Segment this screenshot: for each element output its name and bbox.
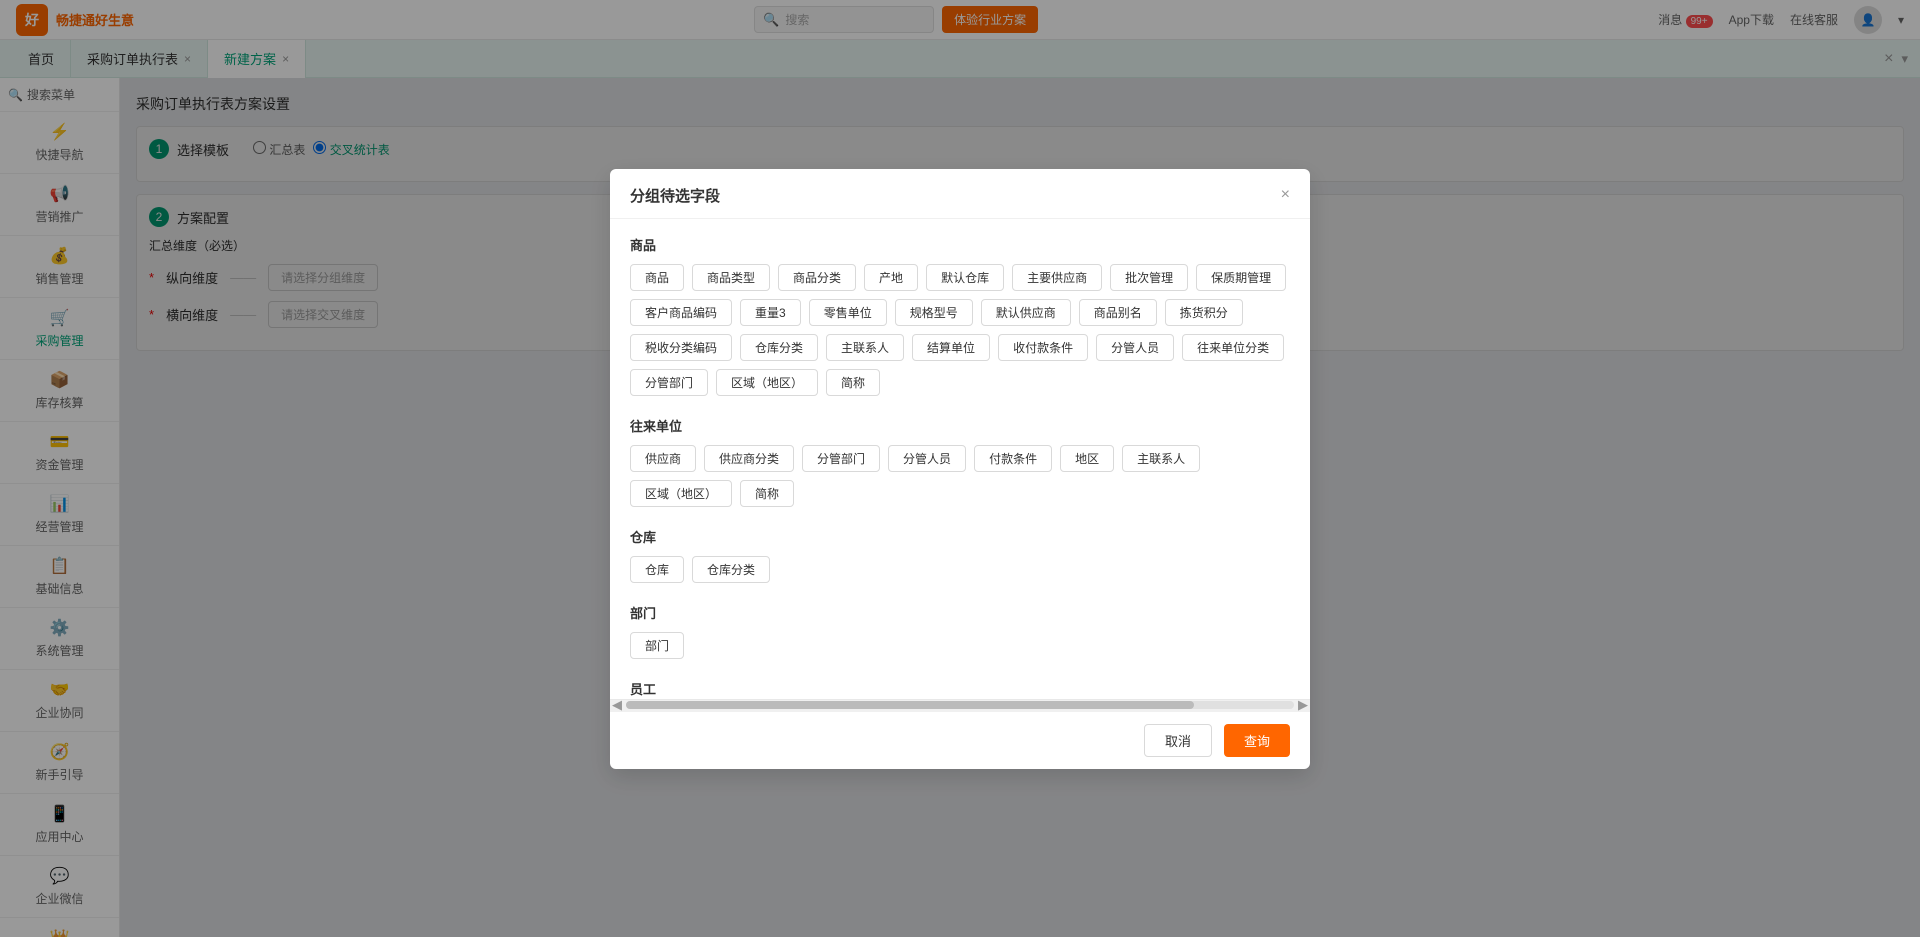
field-tag[interactable]: 供应商分类 [704, 445, 794, 472]
field-tag[interactable]: 供应商 [630, 445, 696, 472]
modal-footer: 取消 查询 [610, 711, 1310, 769]
warehouse-field-tags: 仓库 仓库分类 [630, 556, 1290, 583]
field-tag[interactable]: 保质期管理 [1196, 264, 1286, 291]
warehouse-group-title: 仓库 [630, 527, 1290, 546]
cancel-button[interactable]: 取消 [1144, 724, 1212, 757]
field-tag[interactable]: 零售单位 [809, 299, 887, 326]
field-tag[interactable]: 地区 [1060, 445, 1114, 472]
field-tag[interactable]: 税收分类编码 [630, 334, 732, 361]
field-tag[interactable]: 分管人员 [1096, 334, 1174, 361]
department-group-title: 部门 [630, 603, 1290, 622]
confirm-button[interactable]: 查询 [1224, 724, 1290, 757]
field-tag[interactable]: 批次管理 [1110, 264, 1188, 291]
field-tag[interactable]: 主联系人 [1122, 445, 1200, 472]
field-tag[interactable]: 分管部门 [802, 445, 880, 472]
field-tag[interactable]: 仓库分类 [740, 334, 818, 361]
field-tag[interactable]: 重量3 [740, 299, 801, 326]
modal-overlay: 分组待选字段 × 商品 商品 商品类型 商品分类 产地 默认仓库 主要供应商 批… [0, 0, 1920, 937]
modal-horizontal-scrollbar[interactable]: ◀ ▶ [610, 699, 1310, 711]
field-tag[interactable]: 分管人员 [888, 445, 966, 472]
modal-close-button[interactable]: × [1281, 186, 1290, 204]
product-group-title: 商品 [630, 235, 1290, 254]
modal-title: 分组待选字段 [630, 185, 720, 206]
field-tag[interactable]: 区域（地区） [716, 369, 818, 396]
field-tag[interactable]: 主要供应商 [1012, 264, 1102, 291]
field-select-modal: 分组待选字段 × 商品 商品 商品类型 商品分类 产地 默认仓库 主要供应商 批… [610, 169, 1310, 769]
product-field-tags: 商品 商品类型 商品分类 产地 默认仓库 主要供应商 批次管理 保质期管理 客户… [630, 264, 1290, 396]
field-tag[interactable]: 简称 [740, 480, 794, 507]
field-tag[interactable]: 往来单位分类 [1182, 334, 1284, 361]
field-group-department: 部门 部门 [630, 603, 1290, 659]
field-tag[interactable]: 商品别名 [1079, 299, 1157, 326]
field-tag[interactable]: 客户商品编码 [630, 299, 732, 326]
department-field-tags: 部门 [630, 632, 1290, 659]
field-tag[interactable]: 简称 [826, 369, 880, 396]
field-tag[interactable]: 区域（地区） [630, 480, 732, 507]
field-tag[interactable]: 默认供应商 [981, 299, 1071, 326]
field-tag[interactable]: 主联系人 [826, 334, 904, 361]
field-group-warehouse: 仓库 仓库 仓库分类 [630, 527, 1290, 583]
field-tag[interactable]: 商品类型 [692, 264, 770, 291]
field-tag[interactable]: 收付款条件 [998, 334, 1088, 361]
employee-group-title: 员工 [630, 679, 1290, 698]
field-tag[interactable]: 仓库 [630, 556, 684, 583]
modal-header: 分组待选字段 × [610, 169, 1310, 219]
partner-group-title: 往来单位 [630, 416, 1290, 435]
field-tag[interactable]: 部门 [630, 632, 684, 659]
partner-field-tags: 供应商 供应商分类 分管部门 分管人员 付款条件 地区 主联系人 区域（地区） … [630, 445, 1290, 507]
field-tag[interactable]: 付款条件 [974, 445, 1052, 472]
field-group-partner: 往来单位 供应商 供应商分类 分管部门 分管人员 付款条件 地区 主联系人 区域… [630, 416, 1290, 507]
field-tag[interactable]: 默认仓库 [926, 264, 1004, 291]
field-tag[interactable]: 商品 [630, 264, 684, 291]
field-tag[interactable]: 规格型号 [895, 299, 973, 326]
field-tag[interactable]: 商品分类 [778, 264, 856, 291]
field-tag[interactable]: 产地 [864, 264, 918, 291]
field-tag[interactable]: 拣货积分 [1165, 299, 1243, 326]
field-group-product: 商品 商品 商品类型 商品分类 产地 默认仓库 主要供应商 批次管理 保质期管理… [630, 235, 1290, 396]
field-tag[interactable]: 仓库分类 [692, 556, 770, 583]
field-tag[interactable]: 结算单位 [912, 334, 990, 361]
modal-body: 商品 商品 商品类型 商品分类 产地 默认仓库 主要供应商 批次管理 保质期管理… [610, 219, 1310, 699]
field-tag[interactable]: 分管部门 [630, 369, 708, 396]
hscroll-thumb [626, 701, 1194, 709]
field-group-employee: 员工 业务员 [630, 679, 1290, 699]
